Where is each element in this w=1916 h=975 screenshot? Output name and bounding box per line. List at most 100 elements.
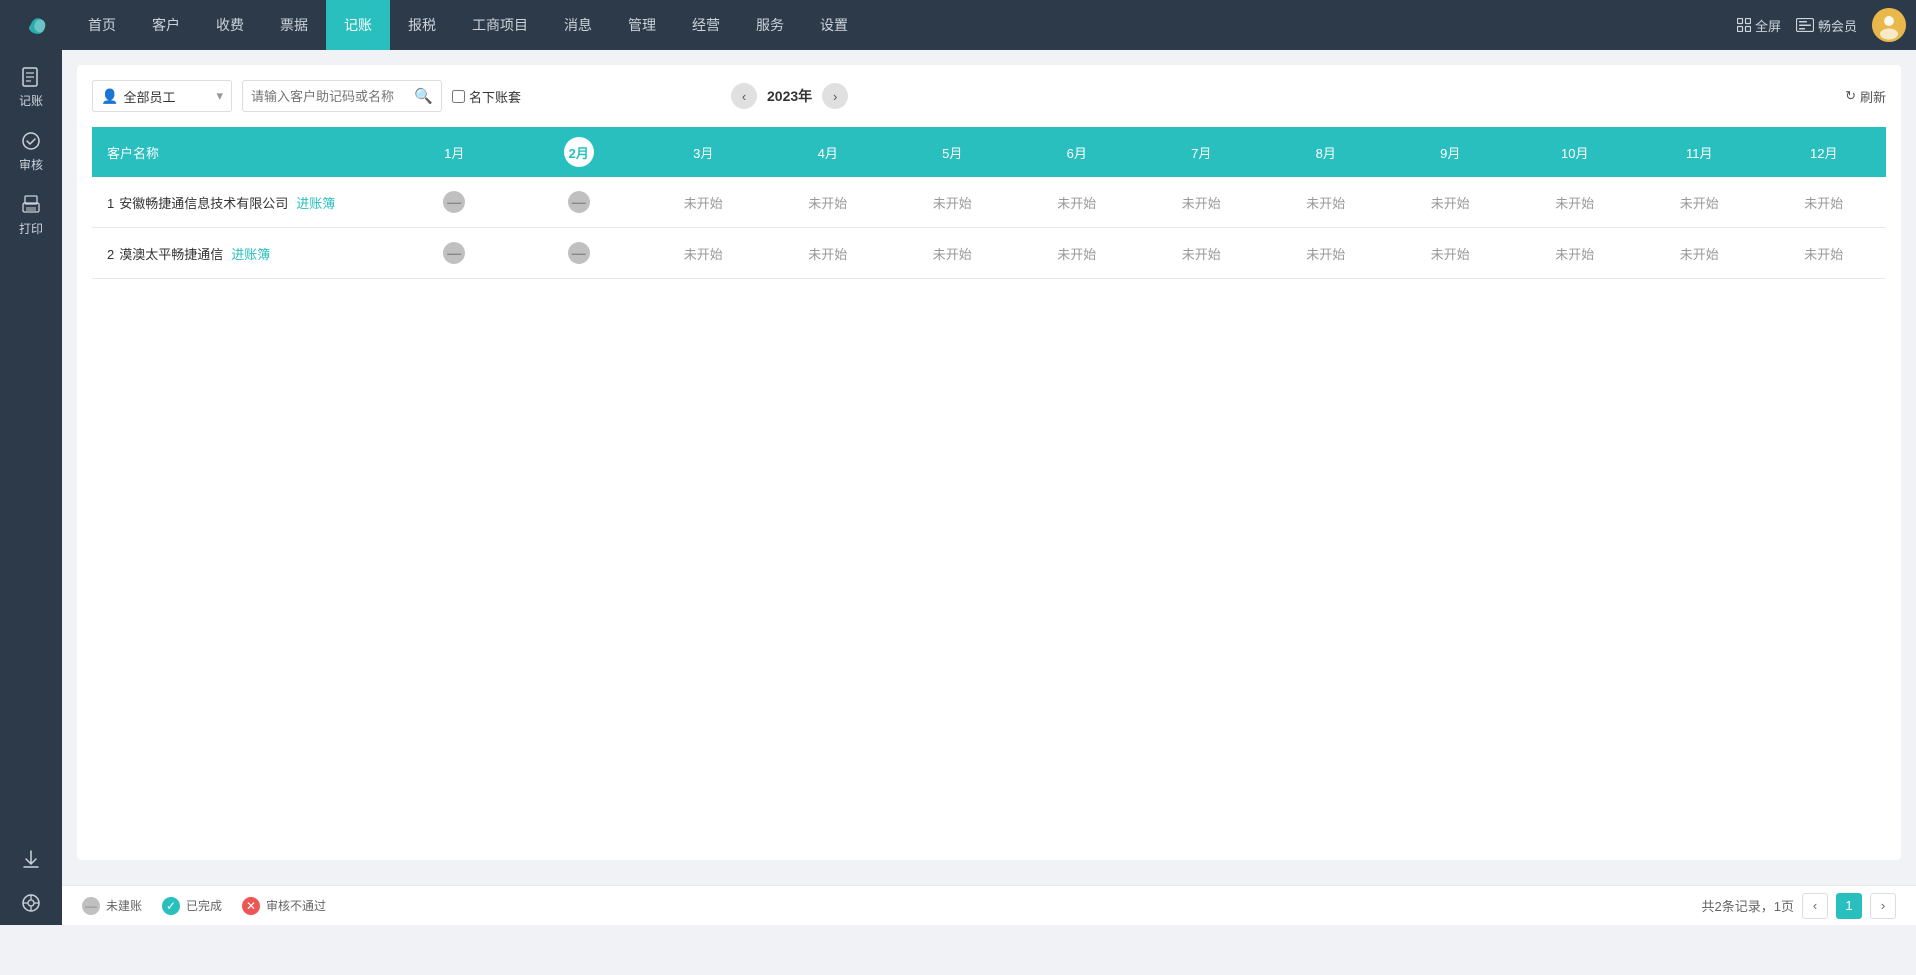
not-started-status: 未开始 — [1431, 247, 1470, 262]
nav-tax[interactable]: 报税 — [390, 0, 454, 50]
nav-message[interactable]: 消息 — [546, 0, 610, 50]
page-1-button[interactable]: 1 — [1836, 893, 1862, 919]
table-row: 1 安徽畅捷通信息技术有限公司进账簿 — — 未开始 未开始 未开始 未开始 未开始 未开始 未开始… — [92, 177, 1886, 228]
sidebar-item-accounting[interactable]: 记账 — [0, 55, 62, 119]
nav-service[interactable]: 服务 — [738, 0, 802, 50]
not-started-status: 未开始 — [1182, 196, 1221, 211]
legend-rejected: ✕ 审核不通过 — [242, 897, 326, 915]
col-month-11: 11月 — [1637, 127, 1762, 177]
logo — [10, 9, 65, 41]
account-table: 客户名称 1月 2月 3月 4月 5月 6月 7月 8月 9月 10月 11月 … — [92, 127, 1886, 279]
month-cell-6: 未开始 — [1015, 177, 1140, 228]
nav-business[interactable]: 工商项目 — [454, 0, 546, 50]
col-month-10: 10月 — [1513, 127, 1638, 177]
next-year-button[interactable]: › — [822, 83, 848, 109]
enter-ledger-link[interactable]: 进账簿 — [296, 196, 335, 211]
month-cell-3: 未开始 — [641, 177, 766, 228]
account-table-wrap: 客户名称 1月 2月 3月 4月 5月 6月 7月 8月 9月 10月 11月 … — [92, 127, 1886, 279]
month-cell-6: 未开始 — [1015, 228, 1140, 279]
legend-completed: ✓ 已完成 — [162, 897, 222, 915]
not-started-status: 未开始 — [933, 196, 972, 211]
my-accounts-label: 名下账套 — [469, 87, 521, 106]
month-cell-11: 未开始 — [1637, 228, 1762, 279]
sidebar-item-print[interactable]: 打印 — [0, 183, 62, 247]
my-accounts-checkbox[interactable] — [452, 90, 465, 103]
month-cell-12: 未开始 — [1762, 228, 1887, 279]
month-cell-7: 未开始 — [1139, 228, 1264, 279]
not-started-status: 未开始 — [1431, 196, 1470, 211]
enter-ledger-link[interactable]: 进账簿 — [231, 247, 270, 262]
refresh-button[interactable]: ↻ 刷新 — [1845, 87, 1886, 106]
client-num: 1 — [107, 196, 114, 211]
not-created-icon: — — [568, 242, 590, 264]
nav-bills[interactable]: 票据 — [262, 0, 326, 50]
sidebar-item-audit[interactable]: 审核 — [0, 119, 62, 183]
nav-home[interactable]: 首页 — [70, 0, 134, 50]
nav-manage[interactable]: 管理 — [610, 0, 674, 50]
sidebar-item-download[interactable] — [0, 837, 62, 881]
record-info: 共2条记录，1页 — [1702, 896, 1794, 915]
nav-accounting[interactable]: 记账 — [326, 0, 390, 50]
client-name: 安徽畅捷通信息技术有限公司 — [119, 196, 288, 211]
month-cell-2: — — [517, 177, 642, 228]
legend-red-icon: ✕ — [242, 897, 260, 915]
fullscreen-button[interactable]: 全屏 — [1737, 16, 1781, 35]
nav-customer[interactable]: 客户 — [134, 0, 198, 50]
download-icon — [19, 847, 43, 871]
month-cell-11: 未开始 — [1637, 177, 1762, 228]
employee-select-icon: 👤 — [101, 88, 118, 105]
not-started-status: 未开始 — [1182, 247, 1221, 262]
legend-completed-label: 已完成 — [186, 897, 222, 914]
refresh-label: 刷新 — [1860, 87, 1886, 106]
ledger-icon — [19, 65, 43, 89]
prev-page-button[interactable]: ‹ — [1802, 893, 1828, 919]
client-name: 漠澳太平畅捷通信 — [119, 247, 223, 262]
month-cell-10: 未开始 — [1513, 228, 1638, 279]
avatar[interactable] — [1872, 8, 1906, 42]
nav-fees[interactable]: 收费 — [198, 0, 262, 50]
my-accounts-checkbox-wrap[interactable]: 名下账套 — [452, 87, 521, 106]
content-card: 👤 全部员工 ▾ 🔍 名下账套 ‹ 2023年 › ↻ 刷新 — [77, 65, 1901, 860]
nav-settings[interactable]: 设置 — [802, 0, 866, 50]
employee-select[interactable]: 👤 全部员工 ▾ — [92, 80, 232, 112]
month-cell-4: 未开始 — [766, 228, 891, 279]
col-month-4: 4月 — [766, 127, 891, 177]
not-started-status: 未开始 — [933, 247, 972, 262]
search-input[interactable] — [251, 89, 414, 104]
col-month-5: 5月 — [890, 127, 1015, 177]
not-created-icon: — — [443, 242, 465, 264]
col-month-8: 8月 — [1264, 127, 1389, 177]
col-month-6: 6月 — [1015, 127, 1140, 177]
nav-items: 首页 客户 收费 票据 记账 报税 工商项目 消息 管理 经营 服务 设置 — [70, 0, 1737, 50]
prev-year-button[interactable]: ‹ — [731, 83, 757, 109]
nav-right-area: 全屏 畅会员 — [1737, 8, 1906, 42]
nav-operation[interactable]: 经营 — [674, 0, 738, 50]
legend-not-created: — 未建账 — [82, 897, 142, 915]
main-content: 👤 全部员工 ▾ 🔍 名下账套 ‹ 2023年 › ↻ 刷新 — [62, 50, 1916, 925]
not-created-icon: — — [443, 191, 465, 213]
member-button[interactable]: 畅会员 — [1796, 16, 1857, 35]
col-month-9: 9月 — [1388, 127, 1513, 177]
month-cell-7: 未开始 — [1139, 177, 1264, 228]
footer-bar: — 未建账 ✓ 已完成 ✕ 审核不通过 共2条记录，1页 ‹ 1 › — [62, 885, 1916, 925]
col-month-12: 12月 — [1762, 127, 1887, 177]
refresh-icon: ↻ — [1845, 88, 1856, 104]
next-page-button[interactable]: › — [1870, 893, 1896, 919]
table-row: 2漠澳太平畅捷通信进账簿——未开始未开始未开始未开始未开始未开始未开始未开始未开… — [92, 228, 1886, 279]
sidebar-item-support[interactable] — [0, 881, 62, 925]
search-icon[interactable]: 🔍 — [414, 87, 433, 105]
top-navigation: 首页 客户 收费 票据 记账 报税 工商项目 消息 管理 经营 服务 设置 全屏… — [0, 0, 1916, 50]
sidebar-accounting-label: 记账 — [19, 92, 43, 109]
not-started-status: 未开始 — [1680, 196, 1719, 211]
left-sidebar: 记账 审核 打印 — [0, 50, 62, 925]
not-created-icon: — — [568, 191, 590, 213]
col-month-2: 2月 — [517, 127, 642, 177]
month-cell-8: 未开始 — [1264, 228, 1389, 279]
search-input-wrap: 🔍 — [242, 80, 442, 112]
employee-select-text: 全部员工 — [123, 87, 211, 106]
legend-not-created-label: 未建账 — [106, 897, 142, 914]
not-started-status: 未开始 — [1306, 247, 1345, 262]
toolbar: 👤 全部员工 ▾ 🔍 名下账套 ‹ 2023年 › ↻ 刷新 — [92, 80, 1886, 112]
pagination: 共2条记录，1页 ‹ 1 › — [1702, 893, 1896, 919]
month-cell-8: 未开始 — [1264, 177, 1389, 228]
